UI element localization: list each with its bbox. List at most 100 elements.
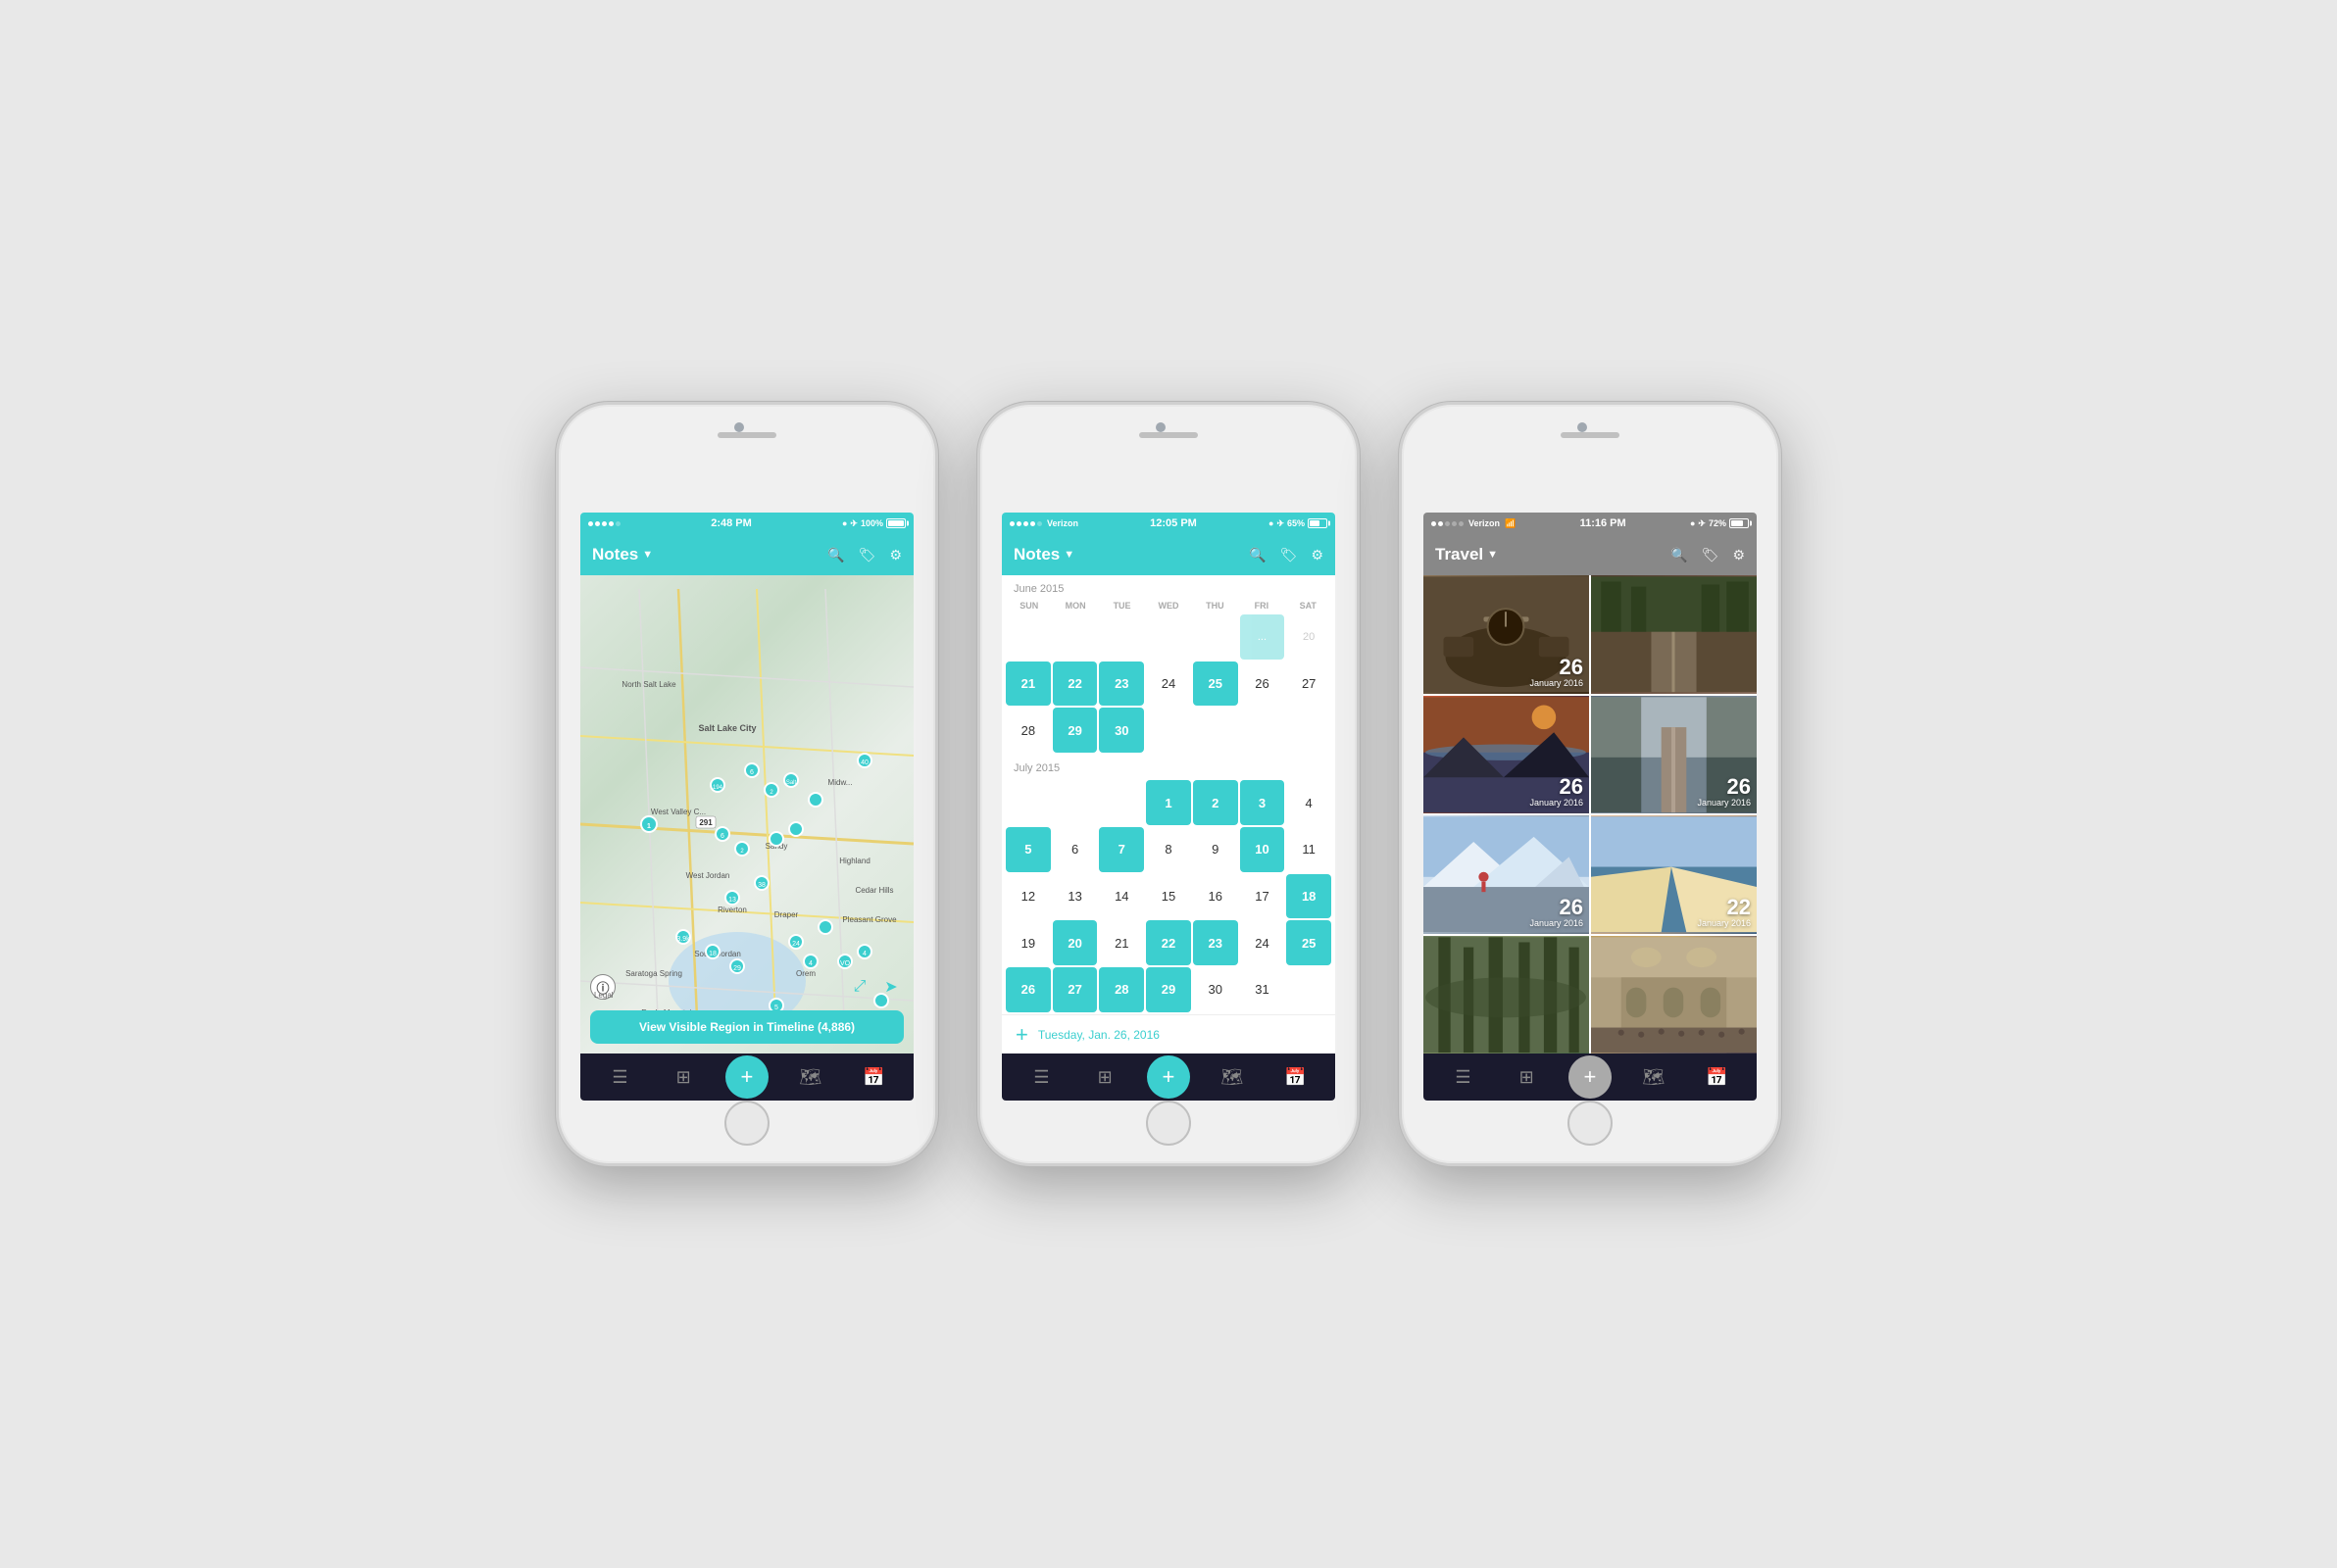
cal-cell-j11[interactable]: 11 xyxy=(1286,827,1331,872)
cal-cell-j23[interactable]: 23 xyxy=(1193,920,1238,965)
photo-cell-8[interactable] xyxy=(1591,936,1757,1054)
cal-cell-30[interactable]: 30 xyxy=(1099,708,1144,753)
cal-cell[interactable] xyxy=(1146,614,1191,660)
cal-cell-j12[interactable]: 12 xyxy=(1006,874,1051,919)
photo-phone: Verizon 📶 11:16 PM ● ✈ 72% Travel ▼ xyxy=(1399,402,1781,1166)
tag-icon-2[interactable]: 🏷 xyxy=(1280,547,1298,564)
tab-plus-2[interactable]: + xyxy=(1147,1055,1190,1099)
cal-cell-j19[interactable]: 19 xyxy=(1006,920,1051,965)
cal-cell-j29[interactable]: 29 xyxy=(1146,967,1191,1012)
cal-cell-j7[interactable]: 7 xyxy=(1099,827,1144,872)
tab-menu-2[interactable]: ☰ xyxy=(1019,1055,1063,1099)
cal-cell-j18[interactable]: 18 xyxy=(1286,874,1331,919)
cal-cell-j24[interactable]: 24 xyxy=(1240,920,1285,965)
cal-cell-j28[interactable]: 28 xyxy=(1099,967,1144,1012)
tab-menu-3[interactable]: ☰ xyxy=(1441,1055,1484,1099)
cal-cell-j13[interactable]: 13 xyxy=(1053,874,1098,919)
tab-calendar-1[interactable]: 📅 xyxy=(853,1055,896,1099)
cal-cell[interactable] xyxy=(1053,614,1098,660)
cal-cell-j4[interactable]: 4 xyxy=(1286,780,1331,825)
search-icon-3[interactable]: 🔍 xyxy=(1670,547,1687,564)
search-icon-1[interactable]: 🔍 xyxy=(827,547,844,564)
selected-date-text: Tuesday, Jan. 26, 2016 xyxy=(1038,1028,1160,1042)
tab-map-3[interactable]: 🗺 xyxy=(1632,1055,1675,1099)
gear-icon-2[interactable]: ⚙ xyxy=(1311,547,1323,564)
cal-cell-j25[interactable]: 25 xyxy=(1286,920,1331,965)
tab-calendar-3[interactable]: 📅 xyxy=(1696,1055,1739,1099)
cal-cell-j21[interactable]: 21 xyxy=(1099,920,1144,965)
photo-cell-7[interactable] xyxy=(1423,936,1589,1054)
cal-cell-j17[interactable]: 17 xyxy=(1240,874,1285,919)
tag-icon-3[interactable]: 🏷 xyxy=(1702,547,1719,564)
status-bar-1: 2:48 PM ● ✈ 100% xyxy=(580,513,914,534)
cal-cell-27[interactable]: 27 xyxy=(1286,662,1331,707)
tab-photo-1[interactable]: ⊞ xyxy=(662,1055,705,1099)
photo-cell-1[interactable]: 26 January 2016 xyxy=(1423,575,1589,694)
photo-cell-3[interactable]: 26 January 2016 xyxy=(1423,696,1589,814)
cal-cell-28[interactable]: 28 xyxy=(1006,708,1051,753)
cal-cell-24[interactable]: 24 xyxy=(1146,662,1191,707)
search-icon-2[interactable]: 🔍 xyxy=(1249,547,1266,564)
cal-cell-j9[interactable]: 9 xyxy=(1193,827,1238,872)
cal-cell-j1[interactable]: 1 xyxy=(1146,780,1191,825)
cal-cell-25[interactable]: 25 xyxy=(1193,662,1238,707)
tab-calendar-2[interactable]: 📅 xyxy=(1274,1055,1318,1099)
svg-text:13: 13 xyxy=(728,897,736,904)
tab-menu-1[interactable]: ☰ xyxy=(598,1055,641,1099)
dropdown-arrow-3[interactable]: ▼ xyxy=(1487,549,1498,561)
cal-cell-j10[interactable]: 10 xyxy=(1240,827,1285,872)
cal-cell-j27[interactable]: 27 xyxy=(1053,967,1098,1012)
status-time-3: 11:16 PM xyxy=(1580,517,1626,529)
gear-icon-1[interactable]: ⚙ xyxy=(889,547,902,564)
nav-title-2: Notes ▼ xyxy=(1014,545,1074,564)
tab-map-1[interactable]: 🗺 xyxy=(789,1055,832,1099)
dropdown-arrow-1[interactable]: ▼ xyxy=(642,549,653,561)
add-entry-button[interactable]: + xyxy=(1016,1022,1028,1048)
tab-photo-3[interactable]: ⊞ xyxy=(1505,1055,1548,1099)
cal-cell-j30[interactable]: 30 xyxy=(1193,967,1238,1012)
cal-cell-26[interactable]: 26 xyxy=(1240,662,1285,707)
cal-cell-j6[interactable]: 6 xyxy=(1053,827,1098,872)
cal-cell-29[interactable]: 29 xyxy=(1053,708,1098,753)
photo-cell-5[interactable]: 26 January 2016 xyxy=(1423,815,1589,934)
cal-cell-21[interactable]: 21 xyxy=(1006,662,1051,707)
photo-cell-4[interactable]: 26 January 2016 xyxy=(1591,696,1757,814)
cal-cell[interactable] xyxy=(1193,614,1238,660)
cal-cell-22[interactable]: 22 xyxy=(1053,662,1098,707)
cal-cell-j8[interactable]: 8 xyxy=(1146,827,1191,872)
cal-cell[interactable]: ... xyxy=(1240,614,1285,660)
map-expand-button[interactable]: ⤢ xyxy=(847,974,872,1000)
cal-cell[interactable]: 20 xyxy=(1286,614,1331,660)
tab-photo-2[interactable]: ⊞ xyxy=(1083,1055,1126,1099)
photo-cell-2[interactable] xyxy=(1591,575,1757,694)
home-button-1[interactable] xyxy=(724,1101,770,1146)
svg-text:291: 291 xyxy=(699,818,713,827)
cal-cell-j5[interactable]: 5 xyxy=(1006,827,1051,872)
cal-cell[interactable] xyxy=(1099,614,1144,660)
map-arrow-button[interactable]: ➤ xyxy=(878,974,904,1000)
cal-cell-j14[interactable]: 14 xyxy=(1099,874,1144,919)
cal-cell-j22[interactable]: 22 xyxy=(1146,920,1191,965)
tab-plus-1[interactable]: + xyxy=(725,1055,769,1099)
cal-cell-23[interactable]: 23 xyxy=(1099,662,1144,707)
view-region-button[interactable]: View Visible Region in Timeline (4,886) xyxy=(590,1010,904,1044)
dropdown-arrow-2[interactable]: ▼ xyxy=(1064,549,1074,561)
weekdays-row: SUN MON TUE WED THU FRI SAT xyxy=(1002,599,1335,612)
cal-cell-j15[interactable]: 15 xyxy=(1146,874,1191,919)
gear-icon-3[interactable]: ⚙ xyxy=(1732,547,1745,564)
photo-cell-6[interactable]: 22 January 2016 xyxy=(1591,815,1757,934)
cal-cell-j26[interactable]: 26 xyxy=(1006,967,1051,1012)
cal-cell-j20[interactable]: 20 xyxy=(1053,920,1098,965)
phones-container: 2:48 PM ● ✈ 100% Notes ▼ 🔍 � xyxy=(517,363,1820,1205)
cal-cell-j31[interactable]: 31 xyxy=(1240,967,1285,1012)
svg-text:194: 194 xyxy=(713,785,723,791)
cal-cell-j3[interactable]: 3 xyxy=(1240,780,1285,825)
tab-plus-3[interactable]: + xyxy=(1568,1055,1612,1099)
home-button-3[interactable] xyxy=(1567,1101,1613,1146)
tag-icon-1[interactable]: 🏷 xyxy=(859,547,876,564)
cal-cell[interactable] xyxy=(1006,614,1051,660)
tab-map-2[interactable]: 🗺 xyxy=(1211,1055,1254,1099)
home-button-2[interactable] xyxy=(1146,1101,1191,1146)
cal-cell-j2[interactable]: 2 xyxy=(1193,780,1238,825)
cal-cell-j16[interactable]: 16 xyxy=(1193,874,1238,919)
